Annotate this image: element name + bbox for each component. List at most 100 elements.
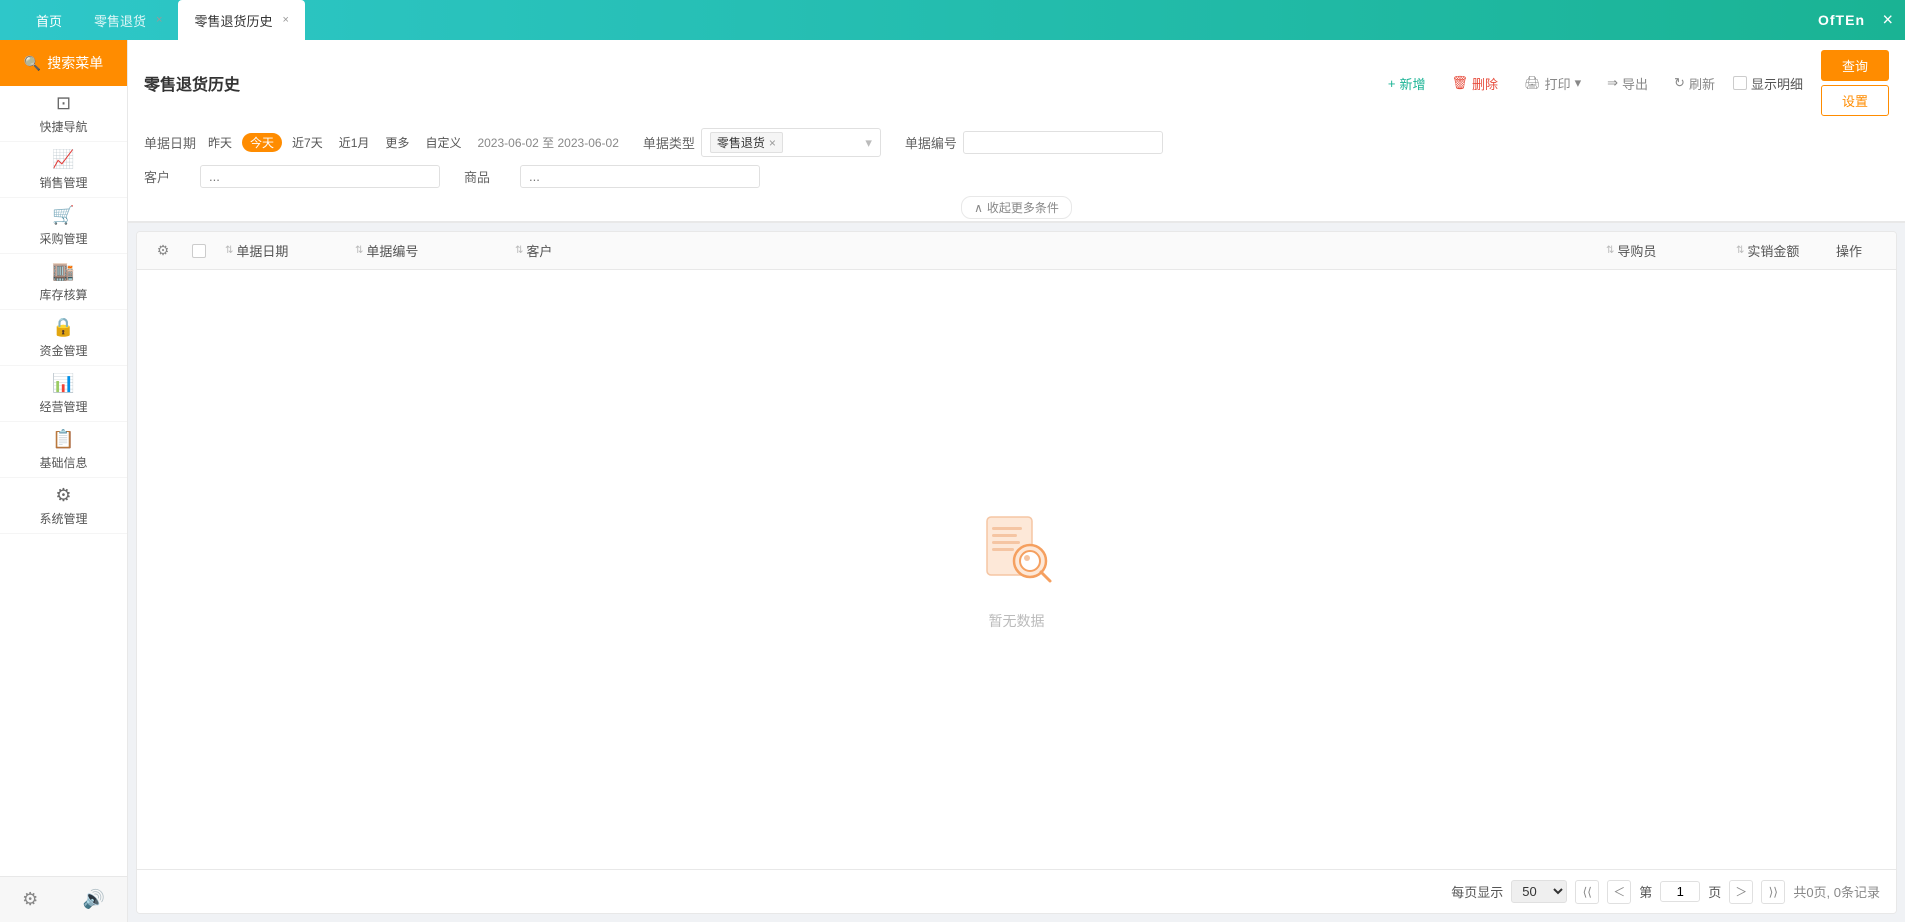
- print-dropdown-icon: ▾: [1575, 75, 1582, 91]
- billtype-select[interactable]: 零售退货 × ▾: [701, 128, 881, 157]
- sidebar-search[interactable]: 🔍 搜索菜单: [0, 40, 127, 86]
- collapse-label: 收起更多条件: [987, 199, 1059, 216]
- tab-retail-return-history[interactable]: 零售退货历史 ×: [178, 0, 304, 40]
- filter-billnum-item: 单据编号: [905, 131, 1163, 154]
- empty-icon: [972, 509, 1062, 599]
- page-summary: 共0页, 0条记录: [1793, 882, 1880, 901]
- sidebar-item-purchase-mgmt-label: 采购管理: [39, 230, 87, 247]
- page-size-select[interactable]: 50 20 100 200: [1511, 880, 1567, 903]
- query-button[interactable]: 查询: [1821, 50, 1889, 81]
- tab-retail-return-close[interactable]: ×: [156, 14, 162, 26]
- add-button[interactable]: + 新增: [1380, 70, 1434, 97]
- th-date[interactable]: ⇅ 单据日期: [217, 241, 347, 260]
- window-close-icon[interactable]: ×: [1882, 10, 1893, 31]
- th-amount-sort-icon: ⇅: [1736, 245, 1744, 256]
- sidebar-item-quick-nav[interactable]: ⊡ 快捷导航: [0, 86, 127, 142]
- purchase-icon: 🛒: [52, 205, 74, 226]
- delete-button[interactable]: 🗑 删除: [1444, 70, 1507, 97]
- sidebar-item-basic-info-label: 基础信息: [39, 454, 87, 471]
- billtype-tag: 零售退货 ×: [710, 132, 783, 153]
- add-icon: +: [1388, 76, 1396, 91]
- table-header-checkbox[interactable]: [181, 244, 217, 258]
- sidebar-item-operation[interactable]: 📊 经营管理: [0, 366, 127, 422]
- tab-home-label: 首页: [36, 11, 62, 30]
- page-word-before: 第: [1639, 882, 1652, 901]
- filter-goods-item: 商品: [464, 165, 760, 188]
- finance-icon: 🔒: [52, 317, 74, 338]
- customer-label: 客户: [144, 167, 194, 186]
- date-btn-custom[interactable]: 自定义: [419, 133, 467, 152]
- goods-input[interactable]: [520, 165, 760, 188]
- settings-button[interactable]: 设置: [1821, 85, 1889, 116]
- table-settings-icon[interactable]: ⚙: [145, 242, 181, 259]
- billtype-tag-close[interactable]: ×: [769, 136, 776, 150]
- sales-icon: 📈: [52, 149, 74, 170]
- show-detail-checkbox[interactable]: [1733, 76, 1747, 90]
- tab-retail-return-history-close[interactable]: ×: [282, 14, 288, 26]
- th-amount[interactable]: ⇅ 实销金额: [1728, 241, 1828, 260]
- th-client-label: 客户: [526, 241, 552, 260]
- date-btn-7days[interactable]: 近7天: [286, 133, 329, 152]
- filter-customer-item: 客户: [144, 165, 440, 188]
- date-filter-label: 单据日期: [144, 133, 196, 152]
- th-client[interactable]: ⇅ 客户: [507, 241, 1598, 260]
- th-num[interactable]: ⇅ 单据编号: [347, 241, 507, 260]
- export-label: 导出: [1622, 74, 1648, 93]
- page-title: 零售退货历史: [144, 71, 240, 95]
- collapse-icon: ∧: [974, 201, 983, 215]
- filter-billtype-item: 单据类型 零售退货 × ▾: [643, 128, 881, 157]
- billnum-input[interactable]: [963, 131, 1163, 154]
- refresh-button[interactable]: ↻ 刷新: [1666, 70, 1723, 97]
- table-area: ⚙ ⇅ 单据日期 ⇅ 单据编号 ⇅ 客户 ⇅ 导购员: [136, 231, 1897, 914]
- show-detail-toggle[interactable]: 显示明细: [1733, 74, 1803, 93]
- sidebar-item-finance[interactable]: 🔒 资金管理: [0, 310, 127, 366]
- th-guide-label: 导购员: [1617, 241, 1656, 260]
- print-label: 打印: [1545, 74, 1571, 93]
- th-ops: 操作: [1828, 241, 1888, 260]
- sidebar-bottom: ⚙ 🔊: [0, 876, 127, 922]
- sidebar-search-label: 搜索菜单: [47, 53, 103, 73]
- sidebar-item-sys-mgmt[interactable]: ⚙ 系统管理: [0, 478, 127, 534]
- sidebar-item-inventory[interactable]: 🏬 库存核算: [0, 254, 127, 310]
- toolbar: + 新增 🗑 删除 🖨 打印 ▾ ⇒ 导出: [1380, 50, 1889, 116]
- brand-label: OfTEn: [1818, 12, 1865, 28]
- billnum-label: 单据编号: [905, 133, 957, 152]
- sidebar-item-purchase-mgmt[interactable]: 🛒 采购管理: [0, 198, 127, 254]
- date-btn-today[interactable]: 今天: [242, 133, 282, 152]
- customer-input[interactable]: [200, 165, 440, 188]
- page-title-row: 零售退货历史 + 新增 🗑 删除 🖨 打印 ▾: [128, 40, 1905, 122]
- main-layout: 🔍 搜索菜单 ⊡ 快捷导航 📈 销售管理 🛒 采购管理 🏬 库存核算 🔒: [0, 40, 1905, 922]
- page-prev-btn[interactable]: ＜: [1607, 880, 1631, 904]
- date-btn-1month[interactable]: 近1月: [333, 133, 376, 152]
- date-btn-more[interactable]: 更多: [379, 133, 415, 152]
- print-button[interactable]: 🖨 打印 ▾: [1516, 70, 1589, 97]
- date-btn-yesterday[interactable]: 昨天: [202, 133, 238, 152]
- sidebar: 🔍 搜索菜单 ⊡ 快捷导航 📈 销售管理 🛒 采购管理 🏬 库存核算 🔒: [0, 40, 128, 922]
- select-all-checkbox[interactable]: [192, 244, 206, 258]
- filter-date-item: 单据日期 昨天 今天 近7天 近1月 更多 自定义 2023-06-02 至 2…: [144, 133, 619, 152]
- tab-home[interactable]: 首页: [20, 0, 78, 40]
- main-content: 零售退货历史 + 新增 🗑 删除 🖨 打印 ▾: [128, 40, 1905, 922]
- th-date-label: 单据日期: [236, 241, 288, 260]
- th-guide[interactable]: ⇅ 导购员: [1598, 241, 1728, 260]
- sidebar-item-quick-nav-label: 快捷导航: [39, 118, 87, 135]
- sidebar-sound-icon[interactable]: 🔊: [82, 889, 104, 910]
- tab-list: 首页 零售退货 × 零售退货历史 ×: [20, 0, 1895, 40]
- page-word: 页: [1708, 882, 1721, 901]
- goods-label: 商品: [464, 167, 514, 186]
- page-next-btn[interactable]: ＞: [1729, 880, 1753, 904]
- delete-label: 删除: [1472, 74, 1498, 93]
- sidebar-settings-icon[interactable]: ⚙: [22, 889, 38, 910]
- collapse-button[interactable]: ∧ 收起更多条件: [961, 196, 1072, 219]
- sidebar-item-sales-mgmt[interactable]: 📈 销售管理: [0, 142, 127, 198]
- export-button[interactable]: ⇒ 导出: [1599, 70, 1656, 97]
- billtype-label: 单据类型: [643, 133, 695, 152]
- page-last-btn[interactable]: ⟩⟩: [1761, 880, 1785, 904]
- page-number-input[interactable]: [1660, 881, 1700, 902]
- sidebar-item-basic-info[interactable]: 📋 基础信息: [0, 422, 127, 478]
- sys-mgmt-icon: ⚙: [55, 485, 71, 506]
- tab-retail-return[interactable]: 零售退货 ×: [78, 0, 178, 40]
- add-label: 新增: [1400, 74, 1426, 93]
- page-first-btn[interactable]: ⟨⟨: [1575, 880, 1599, 904]
- refresh-label: 刷新: [1689, 74, 1715, 93]
